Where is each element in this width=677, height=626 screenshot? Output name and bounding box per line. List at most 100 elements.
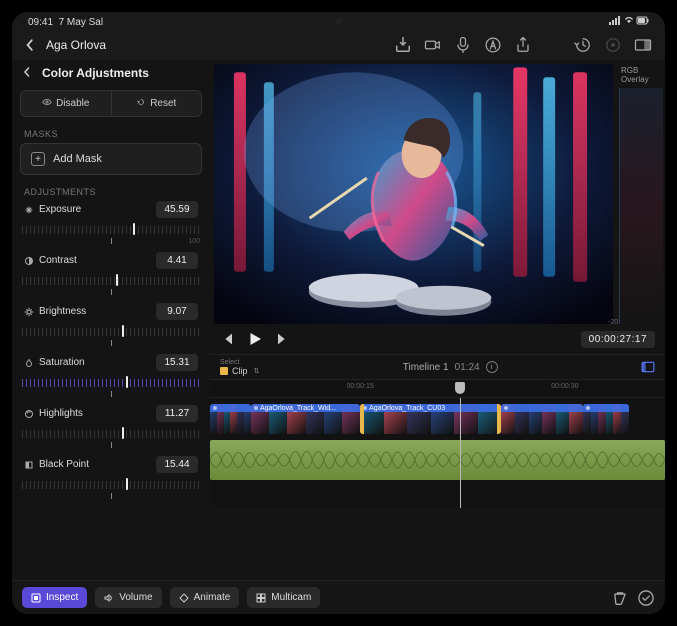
prev-frame-button[interactable] bbox=[220, 331, 236, 347]
exposure-icon bbox=[24, 205, 34, 215]
confirm-button[interactable] bbox=[637, 589, 655, 607]
adjustment-slider[interactable] bbox=[20, 375, 202, 397]
blackpoint-icon bbox=[24, 460, 34, 470]
video-clip[interactable]: AgaOrlova_Track_Wid... bbox=[251, 404, 360, 434]
adjustment-label: Saturation bbox=[39, 357, 85, 368]
timeline-ruler[interactable]: 00:00:15 00:00:30 bbox=[210, 380, 665, 398]
main-area: RGB Overlay -20 00:00:27:17 Select Clip⇅ bbox=[210, 60, 665, 614]
status-date: 7 May Sal bbox=[59, 17, 103, 28]
adjustment-value[interactable]: 15.44 bbox=[156, 456, 198, 473]
scopes-panel: RGB Overlay -20 bbox=[617, 60, 665, 324]
reset-button[interactable]: Reset bbox=[112, 91, 202, 116]
multicam-icon bbox=[256, 593, 266, 603]
ruler-tick: 00:00:30 bbox=[551, 383, 578, 390]
display-options-icon[interactable] bbox=[633, 35, 653, 55]
adjustment-slider[interactable] bbox=[20, 273, 202, 295]
adjustment-value[interactable]: 11.27 bbox=[156, 405, 198, 422]
multicam-tab[interactable]: Multicam bbox=[247, 587, 320, 608]
adjustment-value[interactable]: 45.59 bbox=[156, 201, 198, 218]
playhead-handle[interactable] bbox=[455, 382, 465, 394]
camera-icon[interactable] bbox=[423, 35, 443, 55]
clip-label: AgaOrlova_Track_CU03 bbox=[369, 405, 445, 412]
adjustment-slider[interactable]: 100 bbox=[20, 222, 202, 244]
speaker-icon bbox=[104, 593, 114, 603]
timeline-header: Select Clip⇅ Timeline 1 01:24 i bbox=[210, 354, 665, 380]
timeline-info-button[interactable]: i bbox=[486, 361, 498, 373]
add-mask-button[interactable]: + Add Mask bbox=[20, 143, 202, 175]
reset-icon bbox=[136, 97, 146, 110]
timeline-duration: 01:24 bbox=[455, 362, 480, 373]
trash-button[interactable] bbox=[611, 589, 629, 607]
video-track: AgaOrlova_Track_Wid... AgaOrlova_Track_CU… bbox=[210, 404, 665, 434]
adjustment-brightness: Brightness9.07 bbox=[20, 301, 202, 346]
status-bar: 09:41 7 May Sal bbox=[12, 12, 665, 30]
highlights-icon bbox=[24, 409, 34, 419]
transport-bar: 00:00:27:17 bbox=[210, 324, 665, 354]
disable-button[interactable]: Disable bbox=[21, 91, 112, 116]
chevron-updown-icon: ⇅ bbox=[254, 368, 260, 375]
adjustment-label: Highlights bbox=[39, 408, 83, 419]
adjustment-value[interactable]: 9.07 bbox=[156, 303, 198, 320]
timeline-title: Timeline 1 bbox=[403, 362, 449, 373]
ruler-tick: 00:00:15 bbox=[347, 383, 374, 390]
adjustment-value[interactable]: 15.31 bbox=[156, 354, 198, 371]
scope-axis-label: -20 bbox=[608, 319, 618, 326]
settings-dial-icon[interactable] bbox=[603, 35, 623, 55]
adjustment-value[interactable]: 4.41 bbox=[156, 252, 198, 269]
brightness-icon bbox=[24, 307, 34, 317]
history-icon[interactable] bbox=[573, 35, 593, 55]
adjustment-slider[interactable] bbox=[20, 324, 202, 346]
timeline-tracks[interactable]: AgaOrlova_Track_Wid... AgaOrlova_Track_CU… bbox=[210, 398, 665, 508]
audio-track bbox=[210, 440, 665, 480]
front-camera-dot bbox=[336, 18, 342, 24]
select-mode-picker[interactable]: Clip⇅ bbox=[220, 367, 259, 376]
preview-frame-art bbox=[214, 64, 613, 324]
volume-tab[interactable]: Volume bbox=[95, 587, 161, 608]
project-title: Aga Orlova bbox=[46, 38, 106, 52]
masks-section-label: MASKS bbox=[12, 125, 210, 141]
disable-reset-group: Disable Reset bbox=[20, 90, 202, 117]
timeline-index-button[interactable] bbox=[641, 360, 655, 374]
contrast-icon bbox=[24, 256, 34, 266]
adjustment-highlights: Highlights 11.27 bbox=[20, 403, 202, 448]
adjustment-contrast: Contrast 4.41 bbox=[20, 250, 202, 295]
adjustment-label: Black Point bbox=[39, 459, 89, 470]
import-icon[interactable] bbox=[393, 35, 413, 55]
select-mode-label: Select bbox=[220, 359, 259, 366]
panel-header: Color Adjustments bbox=[12, 60, 210, 86]
next-frame-button[interactable] bbox=[274, 331, 290, 347]
app-header: Aga Orlova bbox=[12, 30, 665, 60]
device-frame: 09:41 7 May Sal Aga Orlova Color Adjustm… bbox=[0, 0, 677, 626]
share-icon[interactable] bbox=[513, 35, 533, 55]
video-clip[interactable]: AgaOrlova_Track_CU03 bbox=[360, 404, 501, 434]
timecode-display[interactable]: 00:00:27:17 bbox=[581, 331, 655, 348]
video-clip[interactable] bbox=[583, 404, 629, 434]
animate-tab[interactable]: Animate bbox=[170, 587, 240, 608]
play-button[interactable] bbox=[246, 330, 264, 348]
text-tool-icon[interactable] bbox=[483, 35, 503, 55]
voiceover-icon[interactable] bbox=[453, 35, 473, 55]
back-button[interactable] bbox=[24, 39, 36, 51]
adjustment-slider[interactable] bbox=[20, 477, 202, 499]
clip-swatch-icon bbox=[220, 367, 228, 375]
audio-clip[interactable] bbox=[210, 440, 665, 480]
preview-viewer[interactable] bbox=[214, 64, 613, 324]
clip-trim-handle-left[interactable] bbox=[360, 404, 364, 434]
adjustment-slider[interactable] bbox=[20, 426, 202, 448]
adjustment-label: Exposure bbox=[39, 204, 81, 215]
rgb-overlay-scope[interactable]: -20 bbox=[619, 88, 663, 324]
video-clip[interactable] bbox=[501, 404, 583, 434]
playhead-line[interactable] bbox=[460, 398, 461, 508]
panel-title: Color Adjustments bbox=[42, 66, 149, 80]
keyframe-icon bbox=[179, 593, 189, 603]
video-clip[interactable] bbox=[210, 404, 251, 434]
scope-title: RGB Overlay bbox=[619, 66, 663, 84]
inspect-tab[interactable]: Inspect bbox=[22, 587, 87, 608]
status-time: 09:41 bbox=[28, 17, 53, 28]
adjustments-list: Exposure 45.59 100 Contrast 4.41 Brightness9.… bbox=[12, 199, 210, 614]
panel-back-button[interactable] bbox=[22, 66, 32, 80]
status-right bbox=[609, 16, 649, 29]
adjustment-label: Contrast bbox=[39, 255, 77, 266]
saturation-icon bbox=[24, 358, 34, 368]
inspect-icon bbox=[31, 593, 41, 603]
